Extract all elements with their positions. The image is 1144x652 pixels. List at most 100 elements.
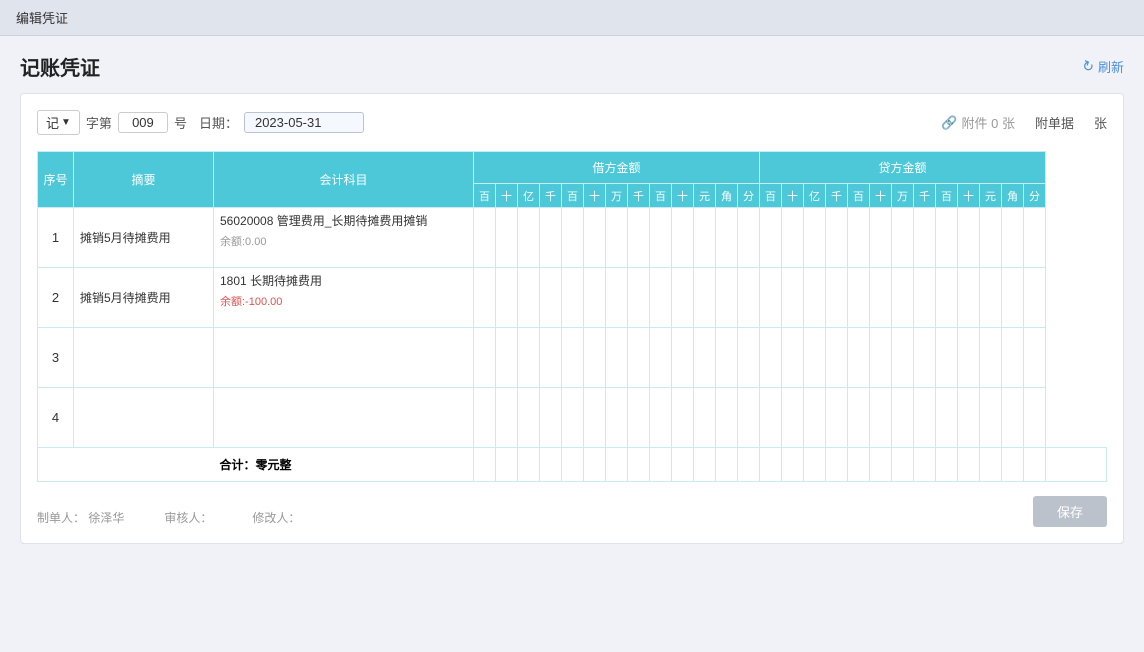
table-row[interactable]: 2摊销5月待摊费用1801 长期待摊费用余额:-100.00: [38, 268, 1107, 328]
debit-cell-11[interactable]: [716, 328, 738, 388]
debit-cell-8[interactable]: [650, 388, 672, 448]
credit-cell-9[interactable]: [958, 388, 980, 448]
debit-cell-8[interactable]: [650, 328, 672, 388]
debit-cell-7[interactable]: [628, 388, 650, 448]
attachment-link[interactable]: 🔗 附件 0 张: [941, 113, 1015, 132]
debit-cell-8[interactable]: [650, 208, 672, 268]
debit-cell-1[interactable]: [496, 328, 518, 388]
credit-cell-10[interactable]: [980, 208, 1002, 268]
debit-cell-0[interactable]: [474, 268, 496, 328]
debit-cell-12[interactable]: [738, 328, 760, 388]
voucher-type-dropdown[interactable]: 记 ▼: [37, 110, 80, 135]
credit-cell-7[interactable]: [914, 388, 936, 448]
debit-cell-5[interactable]: [584, 268, 606, 328]
credit-cell-2[interactable]: [804, 328, 826, 388]
debit-cell-12[interactable]: [738, 388, 760, 448]
row-account[interactable]: 56020008 管理费用_长期待摊费用摊销余额:0.00: [214, 208, 474, 268]
credit-cell-5[interactable]: [870, 268, 892, 328]
credit-cell-11[interactable]: [1002, 388, 1024, 448]
row-summary[interactable]: [74, 328, 214, 388]
debit-cell-10[interactable]: [694, 328, 716, 388]
credit-cell-11[interactable]: [1002, 208, 1024, 268]
credit-cell-0[interactable]: [760, 268, 782, 328]
credit-cell-11[interactable]: [1002, 328, 1024, 388]
credit-cell-6[interactable]: [892, 388, 914, 448]
debit-cell-4[interactable]: [562, 388, 584, 448]
credit-cell-12[interactable]: [1024, 208, 1046, 268]
debit-cell-8[interactable]: [650, 268, 672, 328]
debit-cell-7[interactable]: [628, 208, 650, 268]
credit-cell-3[interactable]: [826, 208, 848, 268]
table-row[interactable]: 1摊销5月待摊费用56020008 管理费用_长期待摊费用摊销余额:0.00: [38, 208, 1107, 268]
debit-cell-5[interactable]: [584, 388, 606, 448]
credit-cell-0[interactable]: [760, 388, 782, 448]
credit-cell-9[interactable]: [958, 268, 980, 328]
debit-cell-10[interactable]: [694, 208, 716, 268]
row-account[interactable]: 1801 长期待摊费用余额:-100.00: [214, 268, 474, 328]
credit-cell-0[interactable]: [760, 208, 782, 268]
credit-cell-11[interactable]: [1002, 268, 1024, 328]
table-row[interactable]: 3: [38, 328, 1107, 388]
debit-cell-0[interactable]: [474, 208, 496, 268]
credit-cell-8[interactable]: [936, 268, 958, 328]
credit-cell-1[interactable]: [782, 388, 804, 448]
credit-cell-8[interactable]: [936, 328, 958, 388]
credit-cell-12[interactable]: [1024, 388, 1046, 448]
date-input[interactable]: [244, 112, 364, 133]
debit-cell-9[interactable]: [672, 328, 694, 388]
credit-cell-0[interactable]: [760, 328, 782, 388]
debit-cell-2[interactable]: [518, 208, 540, 268]
row-summary[interactable]: 摊销5月待摊费用: [74, 268, 214, 328]
credit-cell-5[interactable]: [870, 388, 892, 448]
credit-cell-2[interactable]: [804, 388, 826, 448]
debit-cell-7[interactable]: [628, 328, 650, 388]
credit-cell-4[interactable]: [848, 388, 870, 448]
debit-cell-3[interactable]: [540, 328, 562, 388]
debit-cell-1[interactable]: [496, 208, 518, 268]
debit-cell-11[interactable]: [716, 208, 738, 268]
credit-cell-4[interactable]: [848, 208, 870, 268]
row-summary[interactable]: [74, 388, 214, 448]
credit-cell-10[interactable]: [980, 328, 1002, 388]
table-row[interactable]: 4: [38, 388, 1107, 448]
debit-cell-12[interactable]: [738, 268, 760, 328]
zi-number-input[interactable]: [118, 112, 168, 133]
debit-cell-5[interactable]: [584, 328, 606, 388]
credit-cell-8[interactable]: [936, 208, 958, 268]
debit-cell-9[interactable]: [672, 388, 694, 448]
credit-cell-1[interactable]: [782, 328, 804, 388]
debit-cell-4[interactable]: [562, 328, 584, 388]
credit-cell-3[interactable]: [826, 388, 848, 448]
debit-cell-7[interactable]: [628, 268, 650, 328]
debit-cell-3[interactable]: [540, 268, 562, 328]
debit-cell-1[interactable]: [496, 268, 518, 328]
debit-cell-0[interactable]: [474, 328, 496, 388]
debit-cell-2[interactable]: [518, 268, 540, 328]
debit-cell-10[interactable]: [694, 268, 716, 328]
debit-cell-1[interactable]: [496, 388, 518, 448]
credit-cell-5[interactable]: [870, 208, 892, 268]
credit-cell-12[interactable]: [1024, 328, 1046, 388]
credit-cell-7[interactable]: [914, 268, 936, 328]
debit-cell-4[interactable]: [562, 208, 584, 268]
debit-cell-5[interactable]: [584, 208, 606, 268]
debit-cell-3[interactable]: [540, 208, 562, 268]
credit-cell-6[interactable]: [892, 328, 914, 388]
debit-cell-11[interactable]: [716, 268, 738, 328]
credit-cell-12[interactable]: [1024, 268, 1046, 328]
single-record-button[interactable]: 附单据: [1035, 113, 1074, 132]
credit-cell-1[interactable]: [782, 208, 804, 268]
refresh-button[interactable]: ↻ 刷新: [1082, 57, 1124, 76]
debit-cell-6[interactable]: [606, 328, 628, 388]
credit-cell-2[interactable]: [804, 268, 826, 328]
credit-cell-8[interactable]: [936, 388, 958, 448]
row-account[interactable]: [214, 328, 474, 388]
credit-cell-4[interactable]: [848, 328, 870, 388]
credit-cell-7[interactable]: [914, 328, 936, 388]
debit-cell-6[interactable]: [606, 268, 628, 328]
credit-cell-5[interactable]: [870, 328, 892, 388]
credit-cell-10[interactable]: [980, 268, 1002, 328]
credit-cell-4[interactable]: [848, 268, 870, 328]
debit-cell-0[interactable]: [474, 388, 496, 448]
credit-cell-9[interactable]: [958, 328, 980, 388]
